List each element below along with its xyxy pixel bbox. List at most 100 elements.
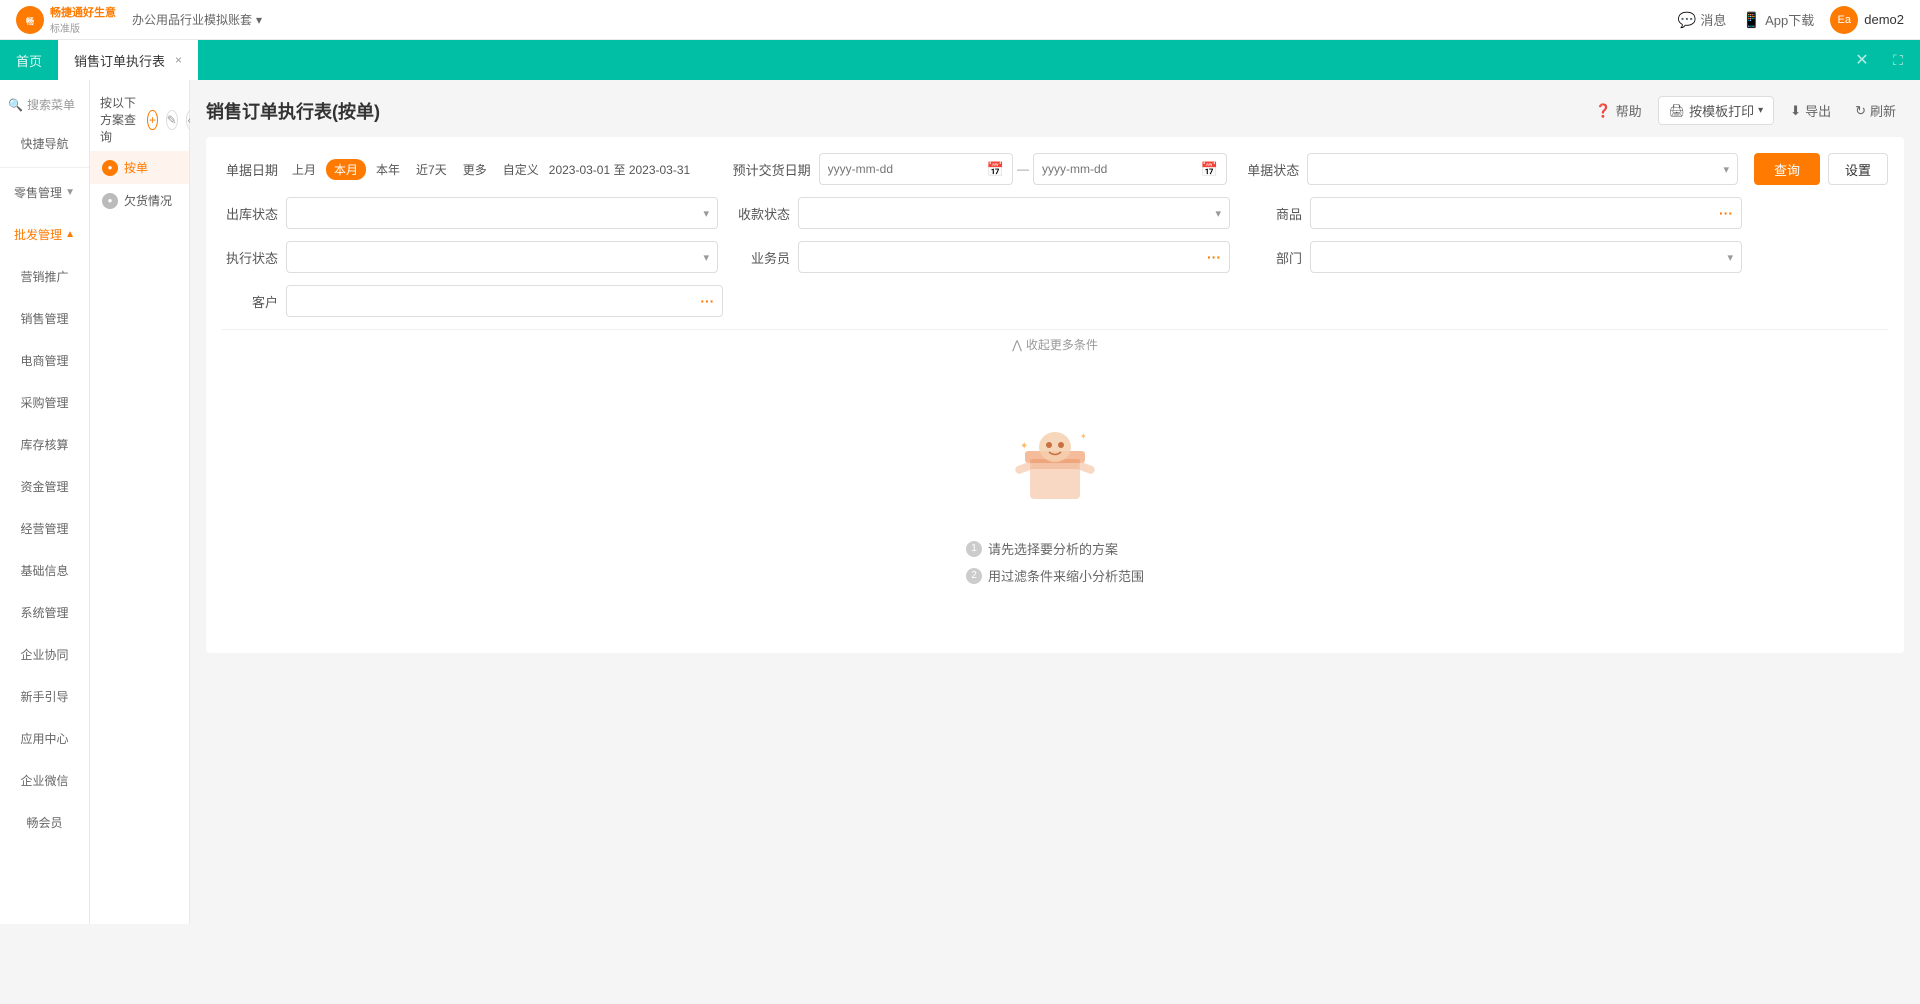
svg-text:✦: ✦	[1020, 441, 1028, 452]
svg-text:✦: ✦	[1080, 432, 1087, 441]
period-custom[interactable]: 自定义	[497, 159, 545, 180]
sidebar-divider-1	[0, 167, 89, 168]
customer-select[interactable]: ···	[286, 285, 723, 317]
period-this-year[interactable]: 本年	[370, 159, 406, 180]
expected-date-range: 📅 — 📅	[819, 153, 1228, 185]
page-title: 销售订单执行表(按单)	[206, 98, 380, 124]
sidebar-item-wechat[interactable]: 企业微信	[4, 760, 85, 800]
exec-status-select[interactable]: ▾	[286, 241, 718, 273]
expected-date-end-input[interactable]	[1042, 162, 1197, 176]
content-area: 销售订单执行表(按单) ❓ 帮助 🖨 按模板打印 ▾ ⬇ 导出 ↻ 刷新	[190, 80, 1920, 924]
setting-btn[interactable]: 设置	[1828, 153, 1888, 185]
nav-tabs: 首页 销售订单执行表 × ✕ ⛶	[0, 40, 1920, 80]
wholesale-expand-icon: ▲	[65, 229, 75, 240]
search-menu-btn[interactable]: 🔍 搜索菜单	[0, 88, 89, 121]
period-buttons: 上月 本月 本年 近7天 更多 自定义	[286, 159, 545, 180]
doc-status-select[interactable]: ▾	[1307, 153, 1738, 185]
sidebar-item-member[interactable]: 畅会员	[4, 802, 85, 842]
user-area[interactable]: Ea demo2	[1830, 6, 1904, 34]
tab-sales-order-exec[interactable]: 销售订单执行表 ×	[58, 40, 198, 80]
refresh-btn[interactable]: ↻ 刷新	[1847, 97, 1904, 124]
period-last7days[interactable]: 近7天	[410, 159, 453, 180]
sidebar-item-retail[interactable]: 零售管理 ▼	[4, 172, 85, 212]
goods-label: 商品	[1246, 204, 1302, 223]
help-btn[interactable]: ❓ 帮助	[1587, 97, 1649, 124]
expected-date-label: 预计交货日期	[733, 160, 811, 179]
window-close-icon: ✕	[1855, 50, 1868, 70]
salesperson-dots-icon: ···	[1207, 249, 1221, 265]
date-range-separator: —	[1017, 162, 1029, 176]
payment-status-select[interactable]: ▾	[798, 197, 1230, 229]
tab-close-btn[interactable]: ×	[175, 53, 182, 67]
date-controls: 上月 本月 本年 近7天 更多 自定义 2023-03-01 至 2023-03…	[286, 159, 717, 180]
sub-sidebar-item-press-order[interactable]: ● 按单	[90, 151, 189, 184]
svg-text:畅: 畅	[26, 16, 34, 26]
message-btn[interactable]: 💬 消息	[1678, 10, 1727, 29]
sidebar-item-apps[interactable]: 应用中心	[4, 718, 85, 758]
export-btn[interactable]: ⬇ 导出	[1782, 97, 1839, 124]
sidebar-item-system[interactable]: 系统管理	[4, 592, 85, 632]
export-icon: ⬇	[1790, 103, 1801, 119]
expected-date-start[interactable]: 📅	[819, 153, 1013, 185]
sidebar-item-ecommerce[interactable]: 电商管理	[4, 340, 85, 380]
nav-right-actions: ✕ ⛶	[1848, 46, 1920, 74]
filter-exec-status-item: 执行状态 ▾	[222, 241, 718, 273]
tip-num-1: 1	[966, 541, 982, 557]
department-select[interactable]: ▾	[1310, 241, 1742, 273]
sidebar-item-sales-mgmt[interactable]: 销售管理	[4, 298, 85, 338]
app-download-btn[interactable]: 📱 App下载	[1742, 10, 1814, 29]
sidebar-item-wholesale[interactable]: 批发管理 ▲	[4, 214, 85, 254]
industry-selector[interactable]: 办公用品行业模拟账套 ▾	[124, 7, 270, 32]
delivery-status-select[interactable]: ▾	[286, 197, 718, 229]
header-right: 💬 消息 📱 App下载 Ea demo2	[1678, 6, 1904, 34]
nav-minimize-btn[interactable]: ✕	[1848, 46, 1876, 74]
filter-salesperson-item: 业务员 ···	[734, 241, 1230, 273]
retail-expand-icon: ▼	[65, 187, 75, 198]
department-label: 部门	[1246, 248, 1302, 267]
sidebar-item-enterprise[interactable]: 企业协同	[4, 634, 85, 674]
sidebar-item-marketing[interactable]: 营销推广	[4, 256, 85, 296]
avatar: Ea	[1830, 6, 1858, 34]
period-last-month[interactable]: 上月	[286, 159, 322, 180]
filter-panel: 单据日期 上月 本月 本年 近7天 更多 自定义 2023-03-01 至 20…	[206, 137, 1904, 653]
message-icon: 💬	[1678, 11, 1697, 29]
header-left: 畅 畅捷通好生意 标准版 办公用品行业模拟账套 ▾	[16, 4, 270, 35]
sidebar-item-purchase[interactable]: 采购管理	[4, 382, 85, 422]
expected-date-start-input[interactable]	[828, 162, 983, 176]
phone-icon: 📱	[1742, 11, 1761, 29]
collapse-more-btn[interactable]: ⋀ 收起更多条件	[222, 329, 1888, 359]
filter-expected-date-item: 预计交货日期 📅 — 📅	[733, 153, 1228, 185]
user-name-label: demo2	[1864, 12, 1904, 27]
debt-icon: ●	[102, 193, 118, 209]
refresh-icon: ↻	[1855, 103, 1866, 119]
template-print-btn[interactable]: 🖨 按模板打印 ▾	[1658, 96, 1775, 125]
salesperson-select[interactable]: ···	[798, 241, 1230, 273]
sidebar-item-finance[interactable]: 资金管理	[4, 466, 85, 506]
goods-select[interactable]: ···	[1310, 197, 1742, 229]
delivery-status-label: 出库状态	[222, 204, 278, 223]
sub-sidebar-item-debt[interactable]: ● 欠货情况	[90, 184, 189, 217]
collapse-up-icon: ⋀	[1012, 338, 1022, 352]
sidebar-item-basic-info[interactable]: 基础信息	[4, 550, 85, 590]
nav-maximize-btn[interactable]: ⛶	[1884, 46, 1912, 74]
period-more[interactable]: 更多	[457, 159, 493, 180]
edit-scheme-btn[interactable]: ✎	[166, 110, 178, 130]
empty-state: ✦ ✦ 1 请先选择要分析的方案 2 用过滤条件来缩小分析范围	[206, 359, 1904, 653]
sidebar-item-quick-nav[interactable]: 快捷导航	[4, 123, 85, 163]
sub-sidebar: 按以下方案查询 + ✎ « ● 按单 ● 欠货情况	[90, 80, 190, 924]
calendar-end-icon: 📅	[1201, 161, 1218, 178]
tab-home[interactable]: 首页	[0, 40, 58, 80]
app-logo: 畅	[16, 6, 44, 34]
sidebar-item-onboarding[interactable]: 新手引导	[4, 676, 85, 716]
expected-date-end[interactable]: 📅	[1033, 153, 1227, 185]
filter-row-3: 执行状态 ▾ 业务员 ··· 部门	[222, 241, 1888, 273]
query-btn[interactable]: 查询	[1754, 153, 1820, 185]
filter-content: 单据日期 上月 本月 本年 近7天 更多 自定义 2023-03-01 至 20…	[206, 137, 1904, 359]
goods-dots-icon: ···	[1719, 205, 1733, 221]
filter-delivery-status-item: 出库状态 ▾	[222, 197, 718, 229]
add-scheme-btn[interactable]: +	[147, 110, 157, 130]
top-header: 畅 畅捷通好生意 标准版 办公用品行业模拟账套 ▾ 💬 消息 📱 App下载 E…	[0, 0, 1920, 40]
sidebar-item-business[interactable]: 经营管理	[4, 508, 85, 548]
period-this-month[interactable]: 本月	[326, 159, 366, 180]
sidebar-item-inventory[interactable]: 库存核算	[4, 424, 85, 464]
